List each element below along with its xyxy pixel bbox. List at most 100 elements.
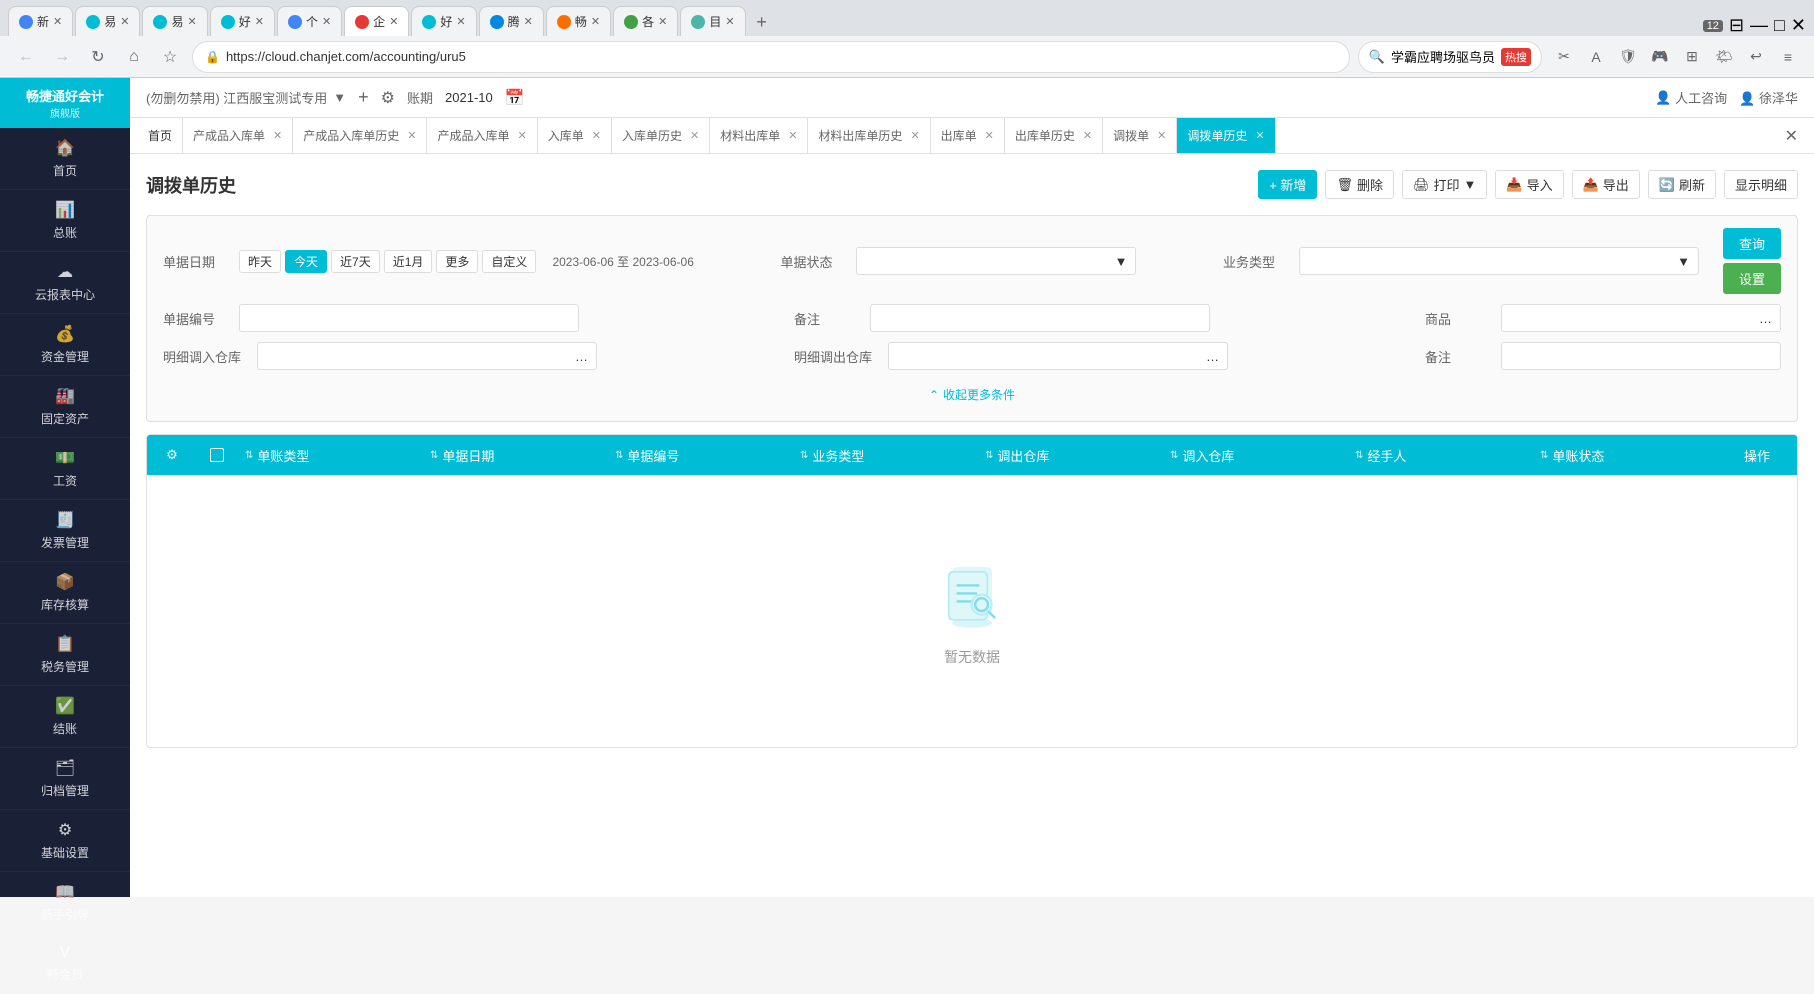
detail-in-select[interactable]: …	[257, 342, 597, 370]
sidebar-item-salary[interactable]: 💵 工资	[0, 438, 130, 500]
page-tab-11[interactable]: 调拨单历史 ✕	[1177, 118, 1275, 154]
date-btn-1month[interactable]: 近1月	[384, 250, 433, 273]
browser-tab-7[interactable]: 好 ✕	[411, 6, 476, 36]
company-settings-icon[interactable]: ⚙	[381, 88, 395, 108]
page-tab-2-close[interactable]: ✕	[407, 129, 416, 142]
home-button[interactable]: ⌂	[120, 43, 148, 71]
th-settings[interactable]: ⚙	[147, 447, 197, 463]
minimize-button[interactable]: —	[1750, 15, 1768, 36]
page-tab-7[interactable]: 材料出库单历史 ✕	[808, 118, 930, 154]
scissors-icon[interactable]: ✂	[1550, 43, 1578, 71]
bookmark-button[interactable]: ☆	[156, 43, 184, 71]
page-tab-8[interactable]: 出库单 ✕	[931, 118, 1005, 154]
th-out-warehouse[interactable]: ⇅ 调出仓库	[977, 446, 1162, 465]
maximize-button[interactable]: □	[1774, 15, 1785, 36]
tab-close-9[interactable]: ✕	[591, 15, 600, 28]
browser-tab-8[interactable]: 腾 ✕	[479, 6, 544, 36]
page-tab-4-close[interactable]: ✕	[592, 129, 601, 142]
query-button[interactable]: 查询	[1723, 228, 1781, 259]
sidebar-item-settings[interactable]: ⚙ 基础设置	[0, 810, 130, 872]
page-tab-10[interactable]: 调拨单 ✕	[1103, 118, 1177, 154]
date-btn-today[interactable]: 今天	[285, 250, 327, 273]
page-tab-1[interactable]: 产成品入库单 ✕	[183, 118, 293, 154]
refresh-button[interactable]: ↻	[84, 43, 112, 71]
tab-list-button[interactable]: ⊟	[1729, 15, 1744, 36]
th-voucher-date[interactable]: ⇅ 单据日期	[422, 446, 607, 465]
collapse-button[interactable]: ⌃ 收起更多条件	[163, 380, 1781, 409]
th-biz-type[interactable]: ⇅ 业务类型	[792, 446, 977, 465]
page-tab-9[interactable]: 出库单历史 ✕	[1005, 118, 1103, 154]
page-tab-5-close[interactable]: ✕	[690, 129, 699, 142]
filter-settings-button[interactable]: 设置	[1723, 263, 1781, 294]
page-tab-4[interactable]: 入库单 ✕	[538, 118, 612, 154]
page-tab-1-close[interactable]: ✕	[273, 129, 282, 142]
page-tab-8-close[interactable]: ✕	[985, 129, 994, 142]
header-checkbox[interactable]	[210, 448, 224, 462]
biz-type-select[interactable]: ▼	[1299, 247, 1699, 275]
new-tab-button[interactable]: +	[748, 8, 776, 36]
app-logo[interactable]: 畅捷通好会计 旗舰版	[0, 78, 130, 128]
company-selector[interactable]: (勿删勿禁用) 江西服宝测试专用 ▼	[146, 88, 346, 107]
refresh-button-page[interactable]: 🔄 刷新	[1648, 170, 1716, 199]
export-button[interactable]: 📤 导出	[1572, 170, 1640, 199]
browser-tab-11[interactable]: 目 ✕	[680, 6, 745, 36]
th-handler[interactable]: ⇅ 经手人	[1347, 446, 1532, 465]
sidebar-item-tax[interactable]: 📋 税务管理	[0, 624, 130, 686]
forward-button[interactable]: →	[48, 43, 76, 71]
sidebar-item-cloud-report[interactable]: ☁ 云报表中心	[0, 252, 130, 314]
page-tab-6-close[interactable]: ✕	[788, 129, 797, 142]
page-tab-home[interactable]: 首页	[138, 118, 183, 154]
translate-icon[interactable]: A	[1582, 43, 1610, 71]
browser-tab-4[interactable]: 好 ✕	[210, 6, 275, 36]
date-btn-7days[interactable]: 近7天	[331, 250, 380, 273]
th-checkbox[interactable]	[197, 448, 237, 462]
th-voucher-status[interactable]: ⇅ 单账状态	[1532, 446, 1717, 465]
tab-close-6[interactable]: ✕	[389, 15, 398, 28]
game-icon[interactable]: 🎮	[1646, 43, 1674, 71]
page-tab-10-close[interactable]: ✕	[1157, 129, 1166, 142]
print-button[interactable]: 🖨 打印 ▼	[1402, 170, 1487, 199]
tab-close-2[interactable]: ✕	[120, 15, 129, 28]
display-detail-button[interactable]: 显示明细	[1724, 170, 1798, 199]
browser-tab-6[interactable]: 企 ✕	[344, 6, 409, 36]
sidebar-item-ledger[interactable]: 📊 总账	[0, 190, 130, 252]
detail-out-select[interactable]: …	[888, 342, 1228, 370]
sidebar-item-invoice[interactable]: 🧾 发票管理	[0, 500, 130, 562]
menu-icon[interactable]: ≡	[1774, 43, 1802, 71]
calendar-icon[interactable]: 📅	[505, 88, 525, 108]
backup-select[interactable]	[1501, 342, 1781, 370]
theme-icon[interactable]: 🌤	[1710, 43, 1738, 71]
remark-input[interactable]	[870, 304, 1210, 332]
browser-tab-2[interactable]: 易 ✕	[75, 6, 140, 36]
sidebar-item-member[interactable]: V 畅会员	[0, 934, 130, 994]
tab-close-8[interactable]: ✕	[524, 15, 533, 28]
tab-close-5[interactable]: ✕	[322, 15, 331, 28]
date-btn-yesterday[interactable]: 昨天	[239, 250, 281, 273]
tab-close-3[interactable]: ✕	[187, 15, 196, 28]
tab-close-1[interactable]: ✕	[53, 15, 62, 28]
date-btn-custom[interactable]: 自定义	[482, 250, 536, 273]
sidebar-item-close-accounts[interactable]: ✅ 结账	[0, 686, 130, 748]
sidebar-item-home[interactable]: 🏠 首页	[0, 128, 130, 190]
url-bar[interactable]: 🔒 https://cloud.chanjet.com/accounting/u…	[192, 41, 1350, 73]
username-button[interactable]: 👤 徐泽华	[1739, 88, 1798, 107]
th-voucher-no[interactable]: ⇅ 单据编号	[607, 446, 792, 465]
grid-icon[interactable]: ⊞	[1678, 43, 1706, 71]
browser-tab-1[interactable]: 新 ✕	[8, 6, 73, 36]
user-service-button[interactable]: 👤 人工咨询	[1655, 88, 1727, 107]
import-button[interactable]: 📥 导入	[1495, 170, 1563, 199]
tab-close-11[interactable]: ✕	[725, 15, 734, 28]
page-tab-2[interactable]: 产成品入库单历史 ✕	[293, 118, 427, 154]
voucher-no-input[interactable]	[239, 304, 579, 332]
close-window-button[interactable]: ✕	[1791, 15, 1806, 36]
tab-close-7[interactable]: ✕	[456, 15, 465, 28]
date-btn-more[interactable]: 更多	[436, 250, 478, 273]
page-tab-11-close[interactable]: ✕	[1255, 129, 1264, 142]
th-voucher-type[interactable]: ⇅ 单账类型	[237, 446, 422, 465]
delete-button[interactable]: 🗑 删除	[1325, 170, 1394, 199]
th-in-warehouse[interactable]: ⇅ 调入仓库	[1162, 446, 1347, 465]
sidebar-item-archive[interactable]: 🗂 归档管理	[0, 748, 130, 810]
sidebar-item-fund[interactable]: 💰 资金管理	[0, 314, 130, 376]
page-tab-3-close[interactable]: ✕	[518, 129, 527, 142]
search-bar[interactable]: 🔍 学霸应聘场驱鸟员 热搜	[1358, 41, 1542, 73]
